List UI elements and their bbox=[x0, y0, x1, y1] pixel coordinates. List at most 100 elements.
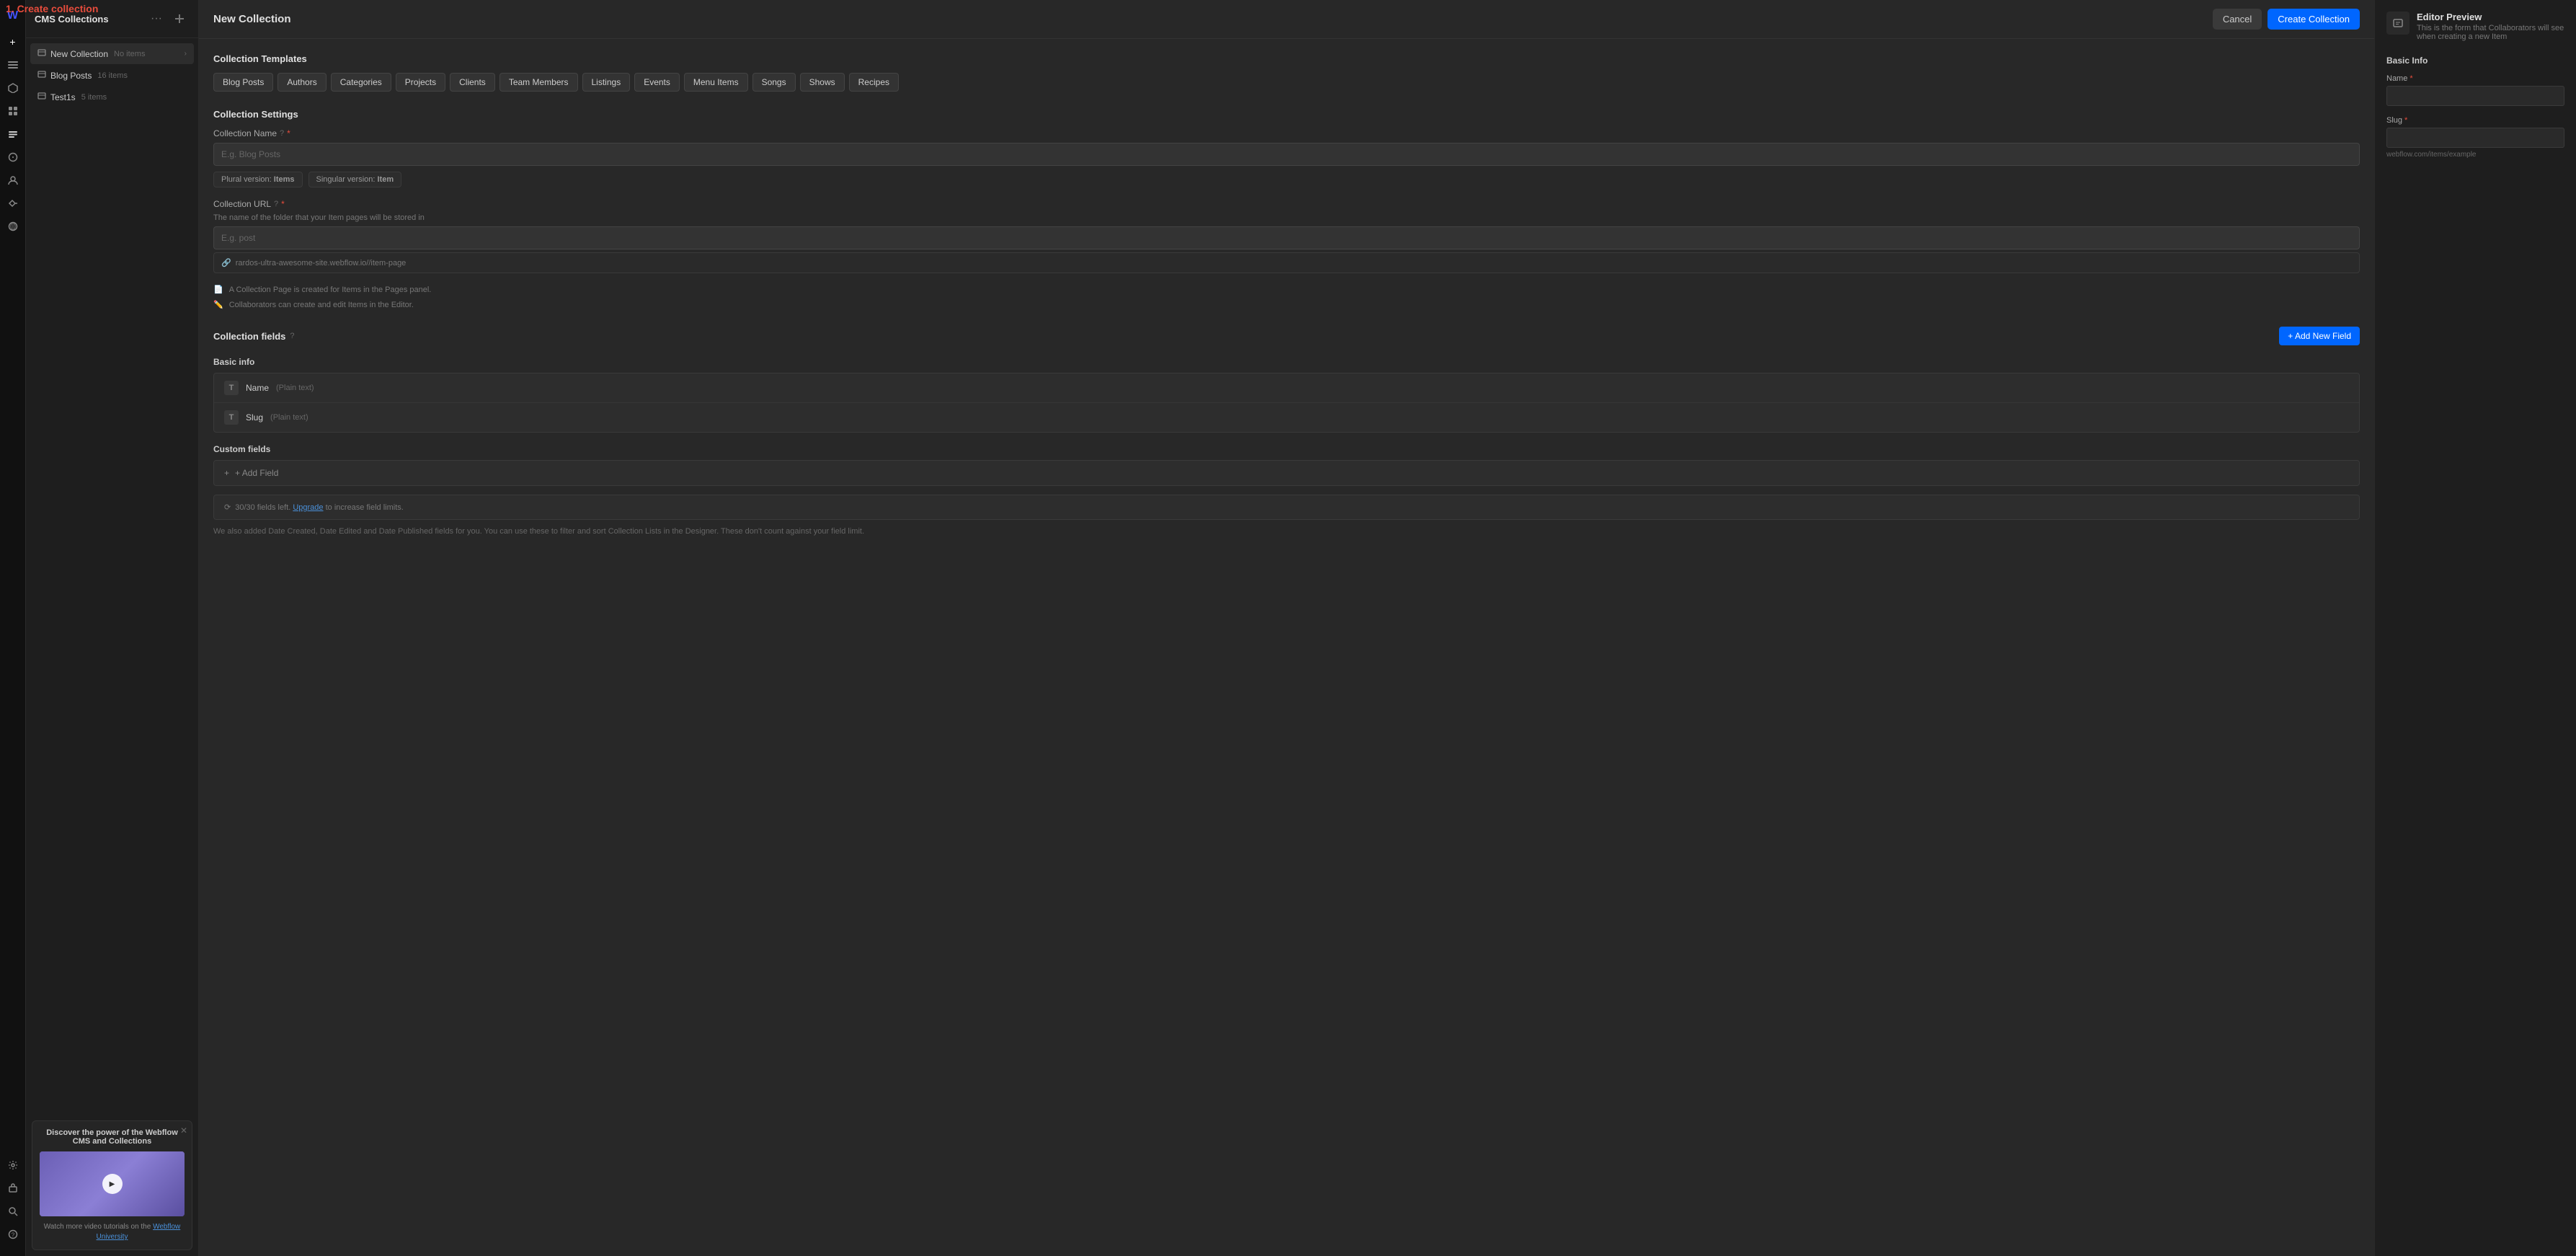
template-recipes[interactable]: Recipes bbox=[849, 73, 899, 92]
fields-header-left: Collection fields ? bbox=[213, 331, 295, 342]
preview-name-label: Name * bbox=[2386, 74, 2564, 83]
preview-slug-label: Slug * bbox=[2386, 116, 2564, 125]
add-field-row[interactable]: + + Add Field bbox=[213, 460, 2360, 486]
collection-name-required: * bbox=[287, 128, 290, 138]
settings-section-title: Collection Settings bbox=[213, 109, 2360, 120]
cancel-button[interactable]: Cancel bbox=[2213, 9, 2262, 30]
collection-url-input[interactable] bbox=[213, 226, 2360, 249]
link-icon: 🔗 bbox=[221, 258, 231, 267]
template-songs[interactable]: Songs bbox=[752, 73, 796, 92]
sidebar-item-badge-0: No items bbox=[114, 50, 145, 58]
promo-video[interactable]: ▶ bbox=[40, 1151, 185, 1216]
preview-name-field: Name * bbox=[2386, 74, 2564, 106]
fields-limit-text: 30/30 fields left. Upgrade to increase f… bbox=[235, 503, 404, 512]
collection-url-help-icon[interactable]: ? bbox=[274, 200, 278, 208]
settings-icon[interactable] bbox=[3, 1155, 23, 1175]
basic-fields-list: T Name (Plain text) T Slug (Plain text) bbox=[213, 373, 2360, 433]
editor-icon: ✏️ bbox=[213, 300, 223, 309]
icon-bar: W + bbox=[0, 0, 26, 1256]
fields-section: Collection fields ? + Add New Field Basi… bbox=[213, 327, 2360, 538]
url-preview-text: rardos-ultra-awesome-site.webflow.io//it… bbox=[236, 259, 407, 267]
template-projects[interactable]: Projects bbox=[396, 73, 445, 92]
fields-limit-icon: ⟳ bbox=[224, 503, 231, 512]
fields-header: Collection fields ? + Add New Field bbox=[213, 327, 2360, 345]
cms-icon[interactable] bbox=[3, 124, 23, 144]
template-listings[interactable]: Listings bbox=[582, 73, 631, 92]
sidebar-add-icon[interactable] bbox=[169, 9, 190, 29]
sidebar: CMS Collections ··· New Collection No it… bbox=[26, 0, 199, 1256]
field-row-slug: T Slug (Plain text) bbox=[214, 403, 2359, 432]
preview-header-text: Editor Preview This is the form that Col… bbox=[2417, 12, 2564, 41]
layers-icon[interactable] bbox=[3, 55, 23, 75]
template-team-members[interactable]: Team Members bbox=[499, 73, 578, 92]
svg-text:?: ? bbox=[11, 1232, 14, 1239]
ecommerce-icon[interactable] bbox=[3, 147, 23, 167]
promo-close-icon[interactable]: ✕ bbox=[180, 1125, 187, 1136]
preview-slug-required: * bbox=[2404, 116, 2407, 125]
collection-url-required: * bbox=[281, 199, 285, 209]
template-shows[interactable]: Shows bbox=[800, 73, 845, 92]
template-clients[interactable]: Clients bbox=[450, 73, 495, 92]
components-icon[interactable] bbox=[3, 78, 23, 98]
collection-name-help-icon[interactable]: ? bbox=[280, 129, 284, 138]
templates-section-title: Collection Templates bbox=[213, 53, 2360, 64]
version-tags: Plural version: Items Singular version: … bbox=[213, 172, 2360, 187]
sidebar-item-test1s[interactable]: Test1s 5 items bbox=[30, 87, 194, 107]
collection-name-label: Collection Name ? * bbox=[213, 128, 2360, 138]
templates-section: Collection Templates Blog Posts Authors … bbox=[213, 53, 2360, 92]
preview-title: Editor Preview bbox=[2417, 12, 2564, 22]
fields-help-icon[interactable]: ? bbox=[290, 332, 294, 340]
help-icon[interactable]: ? bbox=[3, 1224, 23, 1244]
info-text-1: Collaborators can create and edit Items … bbox=[229, 301, 414, 309]
basic-info-subtitle: Basic info bbox=[213, 357, 2360, 367]
sidebar-item-badge-1: 16 items bbox=[97, 71, 128, 80]
step1-annotation: 1. Create collection bbox=[0, 0, 104, 17]
collection-url-desc: The name of the folder that your Item pa… bbox=[213, 213, 2360, 222]
sidebar-item-blog-posts[interactable]: Blog Posts 16 items bbox=[30, 65, 194, 86]
preview-header: Editor Preview This is the form that Col… bbox=[2386, 12, 2564, 41]
url-preview: 🔗 rardos-ultra-awesome-site.webflow.io//… bbox=[213, 252, 2360, 273]
preview-subtitle: This is the form that Collaborators will… bbox=[2417, 24, 2564, 41]
plugin-icon[interactable] bbox=[3, 1178, 23, 1198]
page-icon: 📄 bbox=[213, 285, 223, 294]
template-tags: Blog Posts Authors Categories Projects C… bbox=[213, 73, 2360, 92]
upgrade-link[interactable]: Upgrade bbox=[293, 503, 323, 512]
sidebar-collections: New Collection No items › Blog Posts 16 … bbox=[26, 38, 198, 1115]
sidebar-header-actions: ··· bbox=[146, 9, 190, 29]
custom-fields-subtitle: Custom fields bbox=[213, 444, 2360, 454]
template-categories[interactable]: Categories bbox=[331, 73, 391, 92]
main-content: New Collection Cancel Create Collection … bbox=[199, 0, 2374, 1256]
field-type-icon-slug: T bbox=[224, 410, 239, 425]
collection-url-field: Collection URL ? * The name of the folde… bbox=[213, 199, 2360, 273]
preview-basic-info-title: Basic Info bbox=[2386, 56, 2564, 66]
sidebar-item-new-collection[interactable]: New Collection No items › bbox=[30, 43, 194, 64]
preview-slug-input bbox=[2386, 128, 2564, 148]
template-events[interactable]: Events bbox=[634, 73, 680, 92]
users-icon[interactable] bbox=[3, 170, 23, 190]
info-row-1: ✏️ Collaborators can create and edit Ite… bbox=[213, 300, 2360, 309]
play-button[interactable]: ▶ bbox=[102, 1174, 123, 1194]
fields-section-title: Collection fields bbox=[213, 331, 285, 342]
sidebar-more-icon[interactable]: ··· bbox=[146, 9, 166, 29]
sidebar-item-arrow-0: › bbox=[185, 50, 187, 58]
site-icon[interactable] bbox=[3, 216, 23, 236]
zoom-icon[interactable] bbox=[3, 1201, 23, 1221]
template-blog-posts[interactable]: Blog Posts bbox=[213, 73, 273, 92]
header-actions: Cancel Create Collection bbox=[2213, 9, 2360, 30]
sidebar-item-label-2: Test1s bbox=[50, 92, 76, 102]
create-collection-button[interactable]: Create Collection bbox=[2268, 9, 2360, 30]
fields-note: We also added Date Created, Date Edited … bbox=[213, 526, 2360, 538]
assets-icon[interactable] bbox=[3, 101, 23, 121]
preview-slug-field: Slug * webflow.com/items/example bbox=[2386, 116, 2564, 159]
logic-icon[interactable] bbox=[3, 193, 23, 213]
preview-name-required: * bbox=[2410, 74, 2412, 83]
field-slug-label: Slug bbox=[246, 412, 263, 423]
collection-name-input[interactable] bbox=[213, 143, 2360, 166]
field-slug-type: (Plain text) bbox=[270, 413, 308, 422]
add-icon[interactable]: + bbox=[3, 32, 23, 52]
collection-name-field: Collection Name ? * Plural version: Item… bbox=[213, 128, 2360, 187]
template-authors[interactable]: Authors bbox=[277, 73, 326, 92]
add-new-field-button[interactable]: + Add New Field bbox=[2279, 327, 2360, 345]
info-row-0: 📄 A Collection Page is created for Items… bbox=[213, 285, 2360, 294]
template-menu-items[interactable]: Menu Items bbox=[684, 73, 748, 92]
